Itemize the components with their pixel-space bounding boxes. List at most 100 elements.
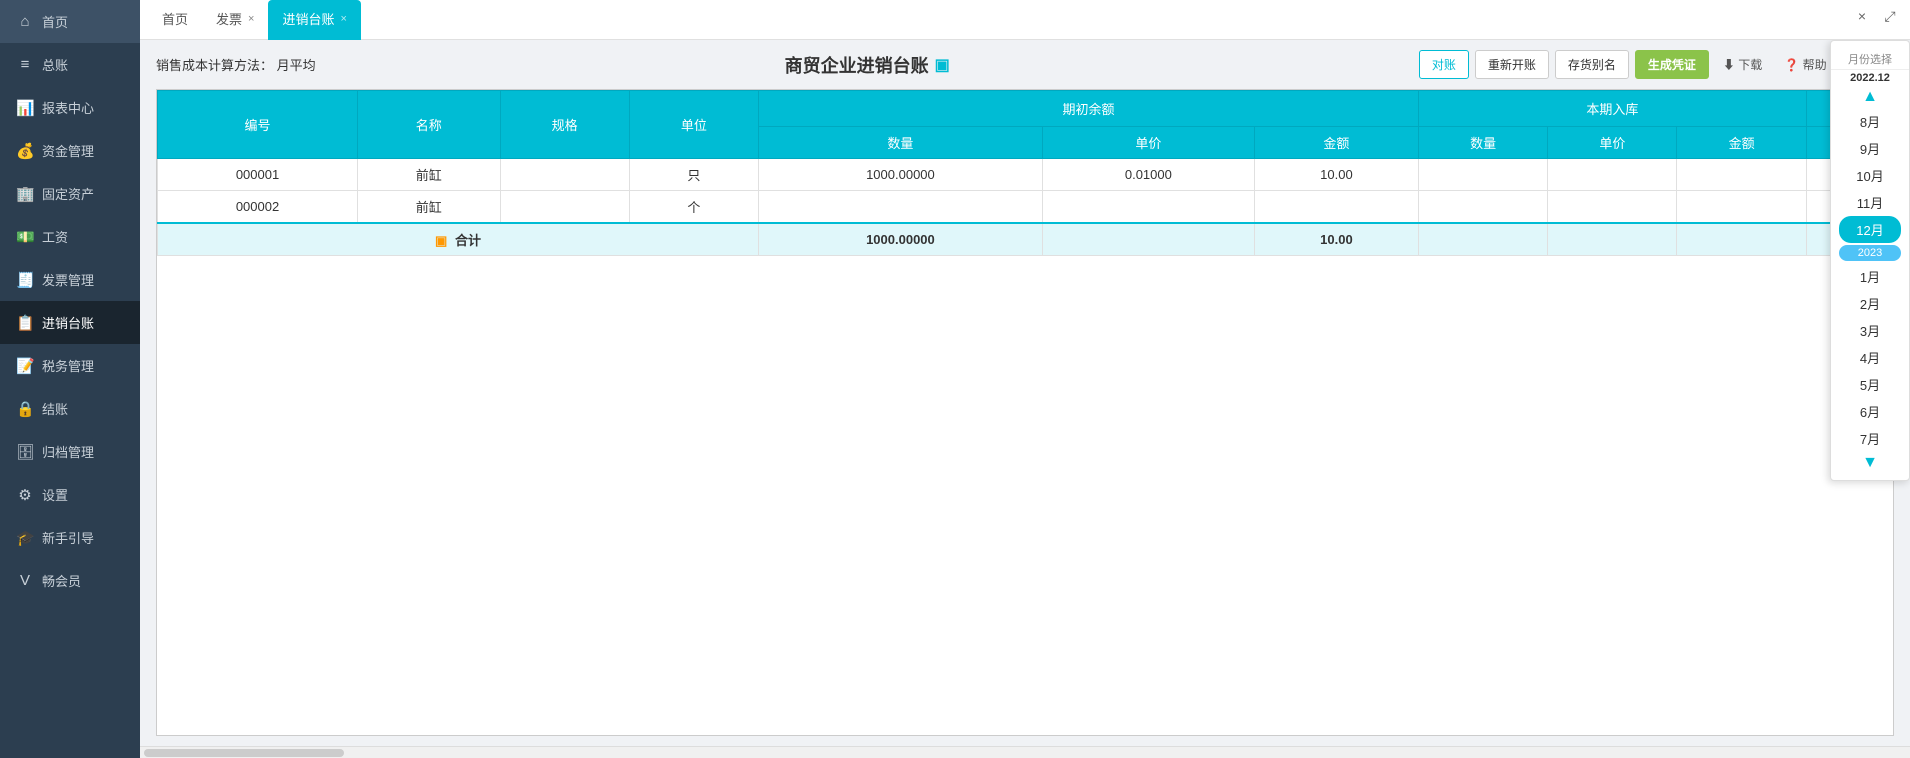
reconcile-button[interactable]: 对账 [1419,50,1469,79]
total-price-open [1042,223,1254,256]
tab-invoice[interactable]: 发票 × [202,0,268,40]
sidebar-item-funds[interactable]: 💰 资金管理 [0,129,140,172]
total-amount-open: 10.00 [1254,223,1418,256]
month-picker-year: 2022.12 [1831,70,1909,86]
table-row[interactable]: 000001 前缸 只 1000.00000 0.01000 10.00 [158,159,1893,191]
tab-purchase-sales-close[interactable]: × [340,13,346,25]
sidebar-item-archive[interactable]: 🗄 归档管理 [0,430,140,473]
sidebar-item-wages[interactable]: 💵 工资 [0,215,140,258]
cell-qty-open: 1000.00000 [759,159,1043,191]
assets-icon: 🏢 [16,185,34,203]
wages-icon: 💵 [16,228,34,246]
col-header-spec: 规格 [500,91,629,159]
tab-invoice-label: 发票 [216,9,242,28]
sidebar-item-invoice-mgmt[interactable]: 🧾 发票管理 [0,258,140,301]
report-icon: 📊 [16,99,34,117]
invoice-icon: 🧾 [16,271,34,289]
month-item-8[interactable]: 8月 [1831,108,1909,135]
month-item-9[interactable]: 9月 [1831,135,1909,162]
sidebar-item-purchase-sales[interactable]: 📋 进销台账 [0,301,140,344]
cell-spec [500,159,629,191]
help-icon: ❓ [1784,58,1799,72]
sidebar-item-label: 归档管理 [42,442,94,461]
sub-header-qty-in: 数量 [1419,127,1548,159]
save-as-button[interactable]: 存货别名 [1555,50,1629,79]
month-next-button[interactable]: ▼ [1831,452,1909,474]
horizontal-scrollbar[interactable] [140,746,1910,758]
reopen-button[interactable]: 重新开账 [1475,50,1549,79]
month-item-3[interactable]: 3月 [1831,317,1909,344]
cell-qty-open [759,191,1043,224]
cell-unit: 个 [629,191,758,224]
cell-code: 000002 [158,191,358,224]
cell-name: 前缸 [358,191,500,224]
tab-home[interactable]: 首页 [148,0,202,40]
month-item-10[interactable]: 10月 [1831,162,1909,189]
total-price-in [1548,223,1677,256]
page-title: 商贸企业进销台账 ▣ [316,52,1419,78]
sub-header-price-in: 单价 [1548,127,1677,159]
sidebar-item-report[interactable]: 📊 报表中心 [0,86,140,129]
table-row[interactable]: 000002 前缸 个 [158,191,1893,224]
month-item-7[interactable]: 7月 [1831,425,1909,452]
total-label-text: 合计 [455,233,481,248]
sidebar-item-close[interactable]: 🔒 结账 [0,387,140,430]
cell-amount-in [1677,159,1806,191]
sidebar-item-label: 设置 [42,485,68,504]
sidebar-item-tax[interactable]: 📝 税务管理 [0,344,140,387]
help-button[interactable]: ❓ 帮助 [1776,51,1834,78]
month-item-2[interactable]: 2月 [1831,290,1909,317]
col-header-unit: 单位 [629,91,758,159]
month-item-5[interactable]: 5月 [1831,371,1909,398]
home-icon: ⌂ [16,13,34,30]
col-header-opening: 期初余额 [759,91,1419,127]
sidebar-item-home[interactable]: ⌂ 首页 [0,0,140,43]
sidebar-item-settings[interactable]: ⚙ 设置 [0,473,140,516]
sidebar-item-member[interactable]: V 畅会员 [0,559,140,602]
download-button[interactable]: ⬇ 下载 [1715,51,1770,78]
cell-code: 000001 [158,159,358,191]
table-wrapper[interactable]: 编号 名称 规格 单位 期初余额 本期入库 ... 数量 单价 金额 数量 单价 [156,89,1894,736]
month-item-4[interactable]: 4月 [1831,344,1909,371]
cell-amount-open [1254,191,1418,224]
page-title-text: 商贸企业进销台账 [785,52,929,78]
purchase-sales-icon: 📋 [16,314,34,332]
cell-name: 前缸 [358,159,500,191]
col-header-code: 编号 [158,91,358,159]
sidebar-item-label: 工资 [42,227,68,246]
tab-bar: 首页 发票 × 进销台账 × [140,0,1910,40]
top-bar: 销售成本计算方法： 月平均 商贸企业进销台账 ▣ 对账 重新开账 存货别名 生成… [156,50,1894,79]
guide-icon: 🎓 [16,529,34,547]
sidebar-item-label: 发票管理 [42,270,94,289]
main-table: 编号 名称 规格 单位 期初余额 本期入库 ... 数量 单价 金额 数量 单价 [157,90,1893,256]
sidebar-item-label: 资金管理 [42,141,94,160]
cell-price-in [1548,159,1677,191]
window-controls: × ⤢ [1852,6,1900,26]
tab-invoice-close[interactable]: × [248,13,254,25]
year-tag-2023: 2023 [1839,245,1901,261]
month-item-6[interactable]: 6月 [1831,398,1909,425]
month-item-11[interactable]: 11月 [1831,189,1909,216]
sidebar-item-label: 固定资产 [42,184,94,203]
sidebar-item-ledger[interactable]: ≡ 总账 [0,43,140,86]
main-area: × ⤢ 首页 发票 × 进销台账 × 销售成本计算方法： 月平均 商贸企业进销台… [140,0,1910,758]
sidebar-item-label: 畅会员 [42,571,81,590]
page-title-icon: ▣ [935,55,950,75]
tab-home-label: 首页 [162,9,188,28]
sidebar-item-guide[interactable]: 🎓 新手引导 [0,516,140,559]
cell-unit: 只 [629,159,758,191]
tax-icon: 📝 [16,357,34,375]
tab-purchase-sales[interactable]: 进销台账 × [268,0,360,40]
month-prev-button[interactable]: ▲ [1831,86,1909,108]
sub-header-price-open: 单价 [1042,127,1254,159]
scrollbar-track[interactable] [144,749,344,757]
window-maximize-button[interactable]: ⤢ [1880,6,1900,26]
generate-voucher-button[interactable]: 生成凭证 [1635,50,1709,79]
total-label: ▣ 合计 [158,223,759,256]
month-item-12-active[interactable]: 12月 [1839,216,1901,243]
window-close-button[interactable]: × [1852,6,1872,26]
total-amount-in [1677,223,1806,256]
month-item-1[interactable]: 1月 [1831,263,1909,290]
help-label: 帮助 [1803,58,1827,72]
sidebar-item-assets[interactable]: 🏢 固定资产 [0,172,140,215]
